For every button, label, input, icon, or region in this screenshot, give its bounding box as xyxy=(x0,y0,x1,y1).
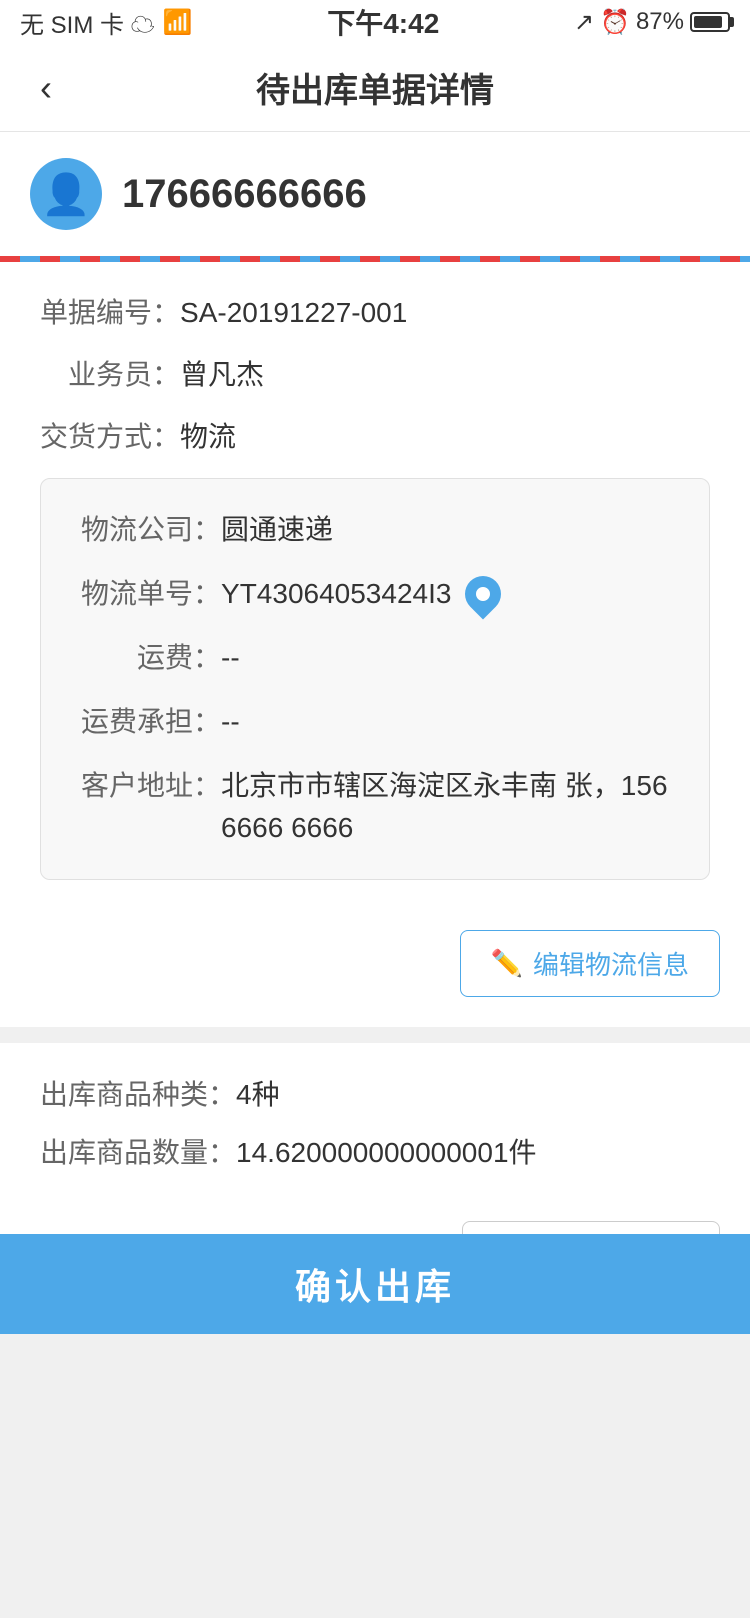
customer-phone: 17666666666 xyxy=(122,172,367,217)
logistics-tracking-value: YT43064053424I3 xyxy=(221,573,669,615)
battery-icon xyxy=(690,12,730,32)
status-bar: 无 SIM 卡 ☁ 📶 下午4:42 ↗ ⏰ 87% xyxy=(0,0,750,44)
sim-label: 无 SIM 卡 ☁ xyxy=(20,5,155,40)
location-status-icon: ↗ xyxy=(574,8,594,37)
edit-btn-row: ✏️ 编辑物流信息 xyxy=(0,910,750,1027)
back-button[interactable]: ‹ xyxy=(30,57,62,119)
edit-btn-label: 编辑物流信息 xyxy=(533,945,689,982)
salesman-row: 业务员： 曾凡杰 xyxy=(40,354,710,396)
edit-icon: ✏️ xyxy=(491,948,523,979)
logistics-company-value: 圆通速递 xyxy=(221,509,669,551)
wifi-icon: 📶 xyxy=(163,8,193,37)
page-title: 待出库单据详情 xyxy=(256,63,494,112)
logistics-company-label: 物流公司： xyxy=(81,509,221,551)
doc-no-row: 单据编号： SA-20191227-001 xyxy=(40,292,710,334)
freight-label: 运费： xyxy=(81,637,221,679)
doc-no-label: 单据编号： xyxy=(40,292,180,334)
map-pin-icon[interactable] xyxy=(458,569,509,620)
salesman-label: 业务员： xyxy=(40,354,180,396)
address-row: 客户地址： 北京市市辖区海淀区永丰南 张，156 6666 6666 xyxy=(81,765,669,849)
goods-quantity-label: 出库商品数量： xyxy=(40,1131,236,1171)
goods-type-value: 4种 xyxy=(236,1073,280,1113)
logistics-tracking-row: 物流单号： YT43064053424I3 xyxy=(81,573,669,615)
status-time: 下午4:42 xyxy=(327,2,439,42)
freight-bear-value: -- xyxy=(221,701,669,743)
delivery-value: 物流 xyxy=(180,416,710,458)
goods-section: 出库商品种类： 4种 出库商品数量： 14.620000000000001件 xyxy=(0,1043,750,1201)
user-icon: 👤 xyxy=(41,171,91,218)
doc-info-section: 单据编号： SA-20191227-001 业务员： 曾凡杰 交货方式： 物流 … xyxy=(0,262,750,910)
goods-type-row: 出库商品种类： 4种 xyxy=(40,1073,710,1113)
nav-bar: ‹ 待出库单据详情 xyxy=(0,44,750,132)
goods-quantity-row: 出库商品数量： 14.620000000000001件 xyxy=(40,1131,710,1171)
customer-card: 👤 17666666666 xyxy=(0,132,750,256)
logistics-company-row: 物流公司： 圆通速递 xyxy=(81,509,669,551)
freight-bear-row: 运费承担： -- xyxy=(81,701,669,743)
confirm-btn-wrap: 确认出库 xyxy=(0,1234,750,1334)
salesman-value: 曾凡杰 xyxy=(180,354,710,396)
alarm-icon: ⏰ xyxy=(600,8,630,37)
logistics-tracking-label: 物流单号： xyxy=(81,573,221,615)
section-divider-1 xyxy=(0,1027,750,1043)
logistics-card: 物流公司： 圆通速递 物流单号： YT43064053424I3 运费： -- … xyxy=(40,478,710,880)
goods-type-label: 出库商品种类： xyxy=(40,1073,236,1113)
edit-logistics-button[interactable]: ✏️ 编辑物流信息 xyxy=(460,930,720,997)
status-left: 无 SIM 卡 ☁ 📶 xyxy=(20,5,193,40)
freight-row: 运费： -- xyxy=(81,637,669,679)
freight-value: -- xyxy=(221,637,669,679)
doc-no-value: SA-20191227-001 xyxy=(180,292,710,334)
goods-quantity-value: 14.620000000000001件 xyxy=(236,1131,537,1171)
address-label: 客户地址： xyxy=(81,765,221,807)
confirm-outbound-button[interactable]: 确认出库 xyxy=(0,1234,750,1334)
delivery-row: 交货方式： 物流 xyxy=(40,416,710,458)
freight-bear-label: 运费承担： xyxy=(81,701,221,743)
empty-space xyxy=(0,1318,750,1518)
confirm-btn-label: 确认出库 xyxy=(295,1258,455,1310)
delivery-label: 交货方式： xyxy=(40,416,180,458)
status-right: ↗ ⏰ 87% xyxy=(574,8,730,37)
address-value: 北京市市辖区海淀区永丰南 张，156 6666 6666 xyxy=(221,765,669,849)
battery-percent: 87% xyxy=(636,8,684,36)
avatar: 👤 xyxy=(30,158,102,230)
tracking-number: YT43064053424I3 xyxy=(221,573,451,615)
